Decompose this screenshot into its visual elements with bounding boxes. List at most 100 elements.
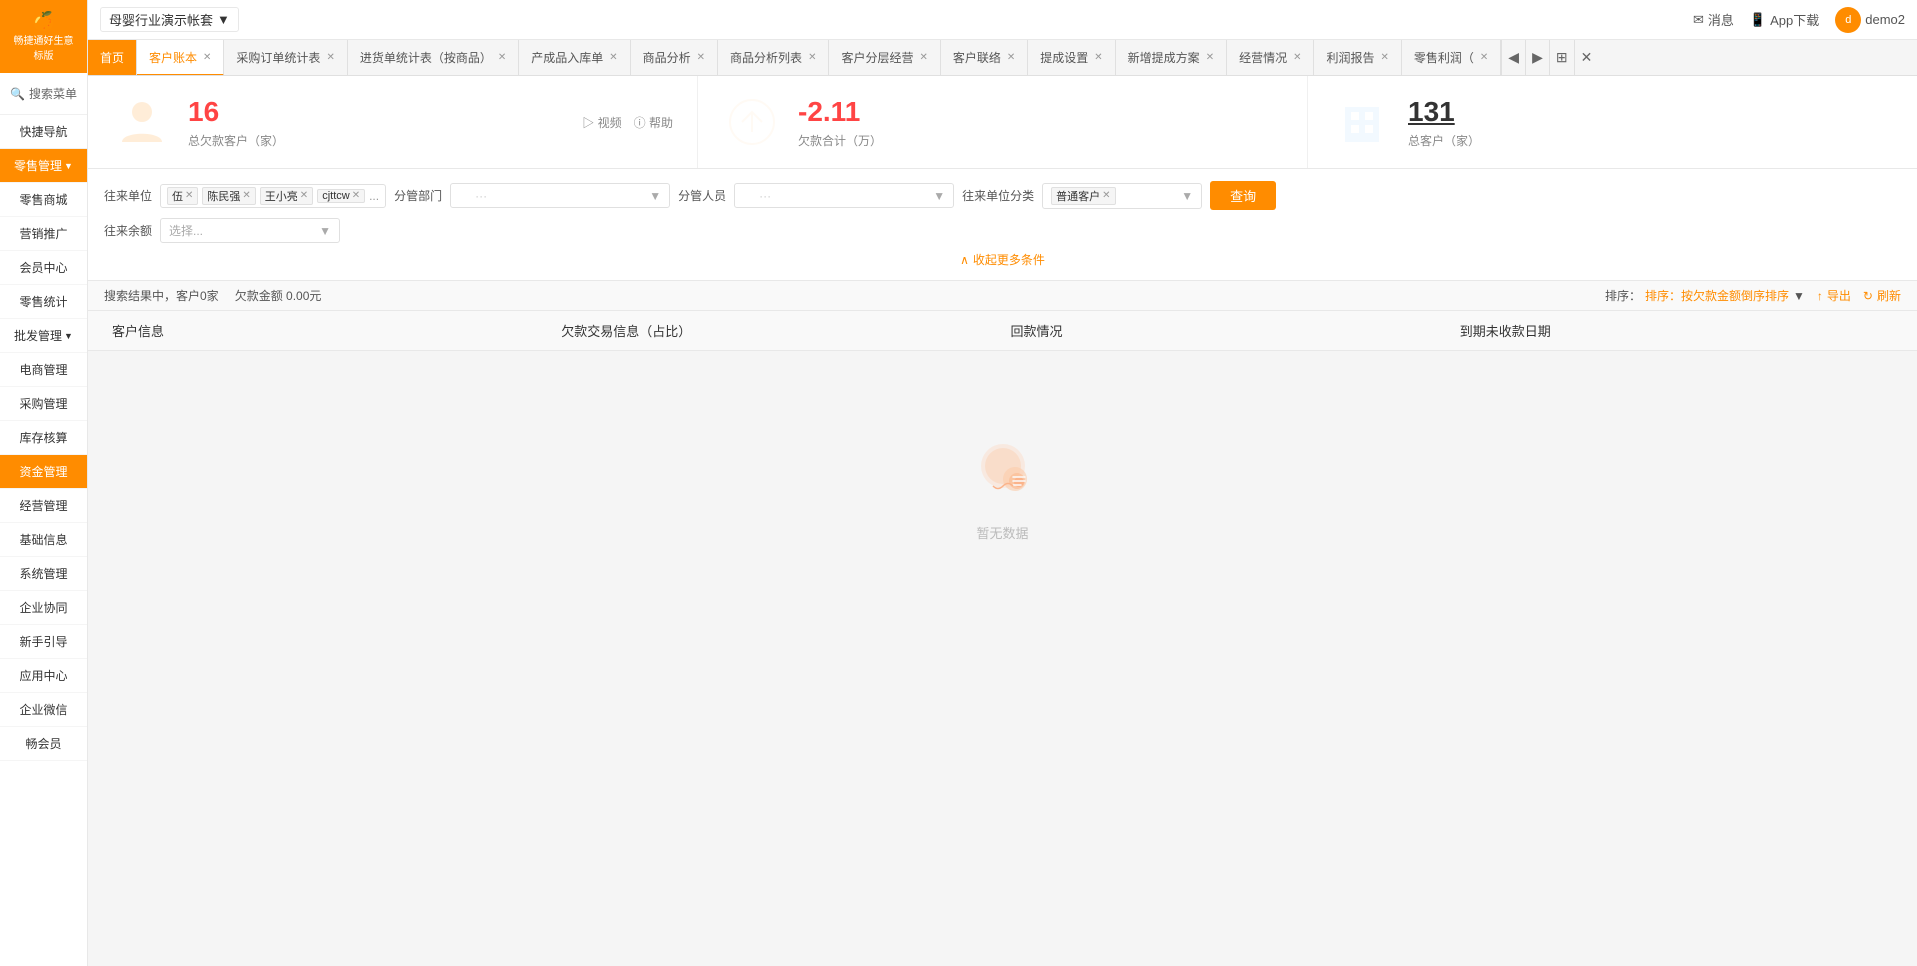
- tab-next-button[interactable]: ▶: [1525, 40, 1549, 76]
- sidebar-item-vip[interactable]: 畅会员: [0, 727, 87, 761]
- app-download-button[interactable]: 📱 App下载: [1750, 10, 1819, 29]
- query-button[interactable]: 查询: [1210, 181, 1276, 210]
- sidebar-item-member[interactable]: 会员中心: [0, 251, 87, 285]
- filter-tag-ordinary-close[interactable]: ✕: [1102, 190, 1110, 201]
- account-selector[interactable]: 母婴行业演示帐套 ▼: [100, 7, 239, 32]
- sidebar-item-wechat[interactable]: 企业微信: [0, 693, 87, 727]
- collapse-up-icon: ∧: [960, 253, 969, 267]
- filter-tag-chen[interactable]: 陈民强 ✕: [202, 187, 255, 205]
- result-bar-left: 搜索结果中，客户0家 欠款金额 0.00元: [104, 287, 321, 304]
- tab-accounts-close[interactable]: ✕: [203, 52, 211, 63]
- filter-tag-chen-close[interactable]: ✕: [242, 190, 250, 201]
- sidebar-item-marketing[interactable]: 营销推广: [0, 217, 87, 251]
- tab-expand-button[interactable]: ⊞: [1549, 40, 1574, 76]
- sort-label: 排序：: [1605, 287, 1641, 304]
- tab-produce-inbound[interactable]: 产成品入库单 ✕: [519, 40, 630, 76]
- app-download-label: App下载: [1770, 10, 1819, 29]
- unit-class-label: 往来单位分类: [962, 187, 1034, 204]
- filter-tag-ordinary[interactable]: 普通客户 ✕: [1051, 187, 1115, 205]
- sidebar-item-retail-mall[interactable]: 零售商城: [0, 183, 87, 217]
- chevron-icon: ▼: [217, 12, 230, 27]
- video-help-label[interactable]: ▷ 视频: [582, 114, 621, 131]
- sidebar-logo[interactable]: 🍊 畅捷通好生意 标版: [0, 0, 87, 73]
- sidebar-item-purchase[interactable]: 采购管理: [0, 387, 87, 421]
- tab-contact-close[interactable]: ✕: [1007, 52, 1015, 63]
- filter-unit-class-select[interactable]: 普通客户 ✕ ▼: [1042, 183, 1202, 209]
- stat-card-total: 131 总客户（家）: [1308, 76, 1917, 168]
- tab-home-label: 首页: [100, 49, 124, 66]
- sidebar-item-finance[interactable]: 资金管理: [0, 455, 87, 489]
- tab-business-status[interactable]: 经营情况 ✕: [1227, 40, 1314, 76]
- tab-produce-label: 产成品入库单: [531, 49, 603, 66]
- help-icon-label[interactable]: ⓘ 帮助: [634, 114, 673, 131]
- tab-promotion-close[interactable]: ✕: [1094, 52, 1102, 63]
- filter-tag-wang-close[interactable]: ✕: [300, 190, 308, 201]
- tab-customer-segment-label: 客户分层经营: [841, 49, 913, 66]
- main-content: 母婴行业演示帐套 ▼ ✉ 消息 📱 App下载 d demo2 首页 客户账本: [88, 0, 1917, 966]
- filter-person-select[interactable]: ··· ▼: [734, 183, 954, 208]
- tab-segment-close[interactable]: ✕: [919, 52, 927, 63]
- tab-close-all-button[interactable]: ✕: [1574, 40, 1599, 76]
- sidebar-item-retail-stats[interactable]: 零售统计: [0, 285, 87, 319]
- tab-product-list-close[interactable]: ✕: [808, 52, 816, 63]
- tab-product-analysis-list[interactable]: 商品分析列表 ✕: [718, 40, 829, 76]
- sidebar-item-operations[interactable]: 经营管理: [0, 489, 87, 523]
- tab-new-promotion[interactable]: 新增提成方案 ✕: [1116, 40, 1227, 76]
- tab-prev-button[interactable]: ◀: [1501, 40, 1525, 76]
- stat-card-amount: -2.11 欠款合计（万）: [698, 76, 1308, 168]
- tab-home[interactable]: 首页: [88, 40, 137, 76]
- refresh-button[interactable]: ↻ 刷新: [1863, 287, 1901, 304]
- filter-more-btn[interactable]: ...: [369, 189, 379, 203]
- filter-tag-cjttcw[interactable]: cjttcw ✕: [317, 189, 365, 203]
- sidebar-item-app-center[interactable]: 应用中心: [0, 659, 87, 693]
- tab-accounts[interactable]: 客户账本 ✕: [137, 40, 224, 76]
- tab-inbound-stats[interactable]: 进货单统计表（按商品） ✕: [348, 40, 519, 76]
- tabbar: 首页 客户账本 ✕ 采购订单统计表 ✕ 进货单统计表（按商品） ✕ 产成品入库单…: [88, 40, 1917, 76]
- tab-profit-report[interactable]: 利润报告 ✕: [1314, 40, 1401, 76]
- quick-nav-button[interactable]: 快捷导航: [0, 115, 87, 149]
- tab-new-promo-close[interactable]: ✕: [1206, 52, 1214, 63]
- filter-dept-select[interactable]: ··· ▼: [450, 183, 670, 208]
- tab-retail-profit-label: 零售利润（: [1414, 49, 1474, 66]
- tab-inbound-label: 进货单统计表（按商品）: [360, 49, 492, 66]
- tab-purchase-close[interactable]: ✕: [326, 52, 334, 63]
- tab-retail-profit[interactable]: 零售利润（ ✕: [1402, 40, 1501, 76]
- filter-tag-cjttcw-close[interactable]: ✕: [352, 190, 360, 201]
- filter-tag-wu-close[interactable]: ✕: [185, 190, 193, 201]
- tab-produce-close[interactable]: ✕: [609, 52, 617, 63]
- sort-button[interactable]: 排序： 排序：按欠款金额倒序排序 ▼: [1605, 287, 1805, 304]
- sidebar-item-system[interactable]: 系统管理: [0, 557, 87, 591]
- tab-purchase-order[interactable]: 采购订单统计表 ✕: [224, 40, 347, 76]
- tab-retail-close[interactable]: ✕: [1480, 52, 1488, 63]
- tab-product-close[interactable]: ✕: [697, 52, 705, 63]
- tab-promotion-settings[interactable]: 提成设置 ✕: [1028, 40, 1115, 76]
- sidebar-item-inventory[interactable]: 库存核算: [0, 421, 87, 455]
- collapse-button[interactable]: ∧ 收起更多条件: [104, 251, 1901, 268]
- filter-unit-tags[interactable]: 伍 ✕ 陈民强 ✕ 王小亮 ✕ cjttcw ✕ ...: [160, 184, 386, 208]
- sidebar-item-new-guide[interactable]: 新手引导: [0, 625, 87, 659]
- sidebar-item-batch-mgmt[interactable]: 批发管理 ▼: [0, 319, 87, 353]
- sidebar-item-ecommerce[interactable]: 电商管理: [0, 353, 87, 387]
- user-profile[interactable]: d demo2: [1835, 7, 1905, 33]
- tab-profit-label: 利润报告: [1326, 49, 1374, 66]
- tab-business-close[interactable]: ✕: [1293, 52, 1301, 63]
- filter-tag-wang[interactable]: 王小亮 ✕: [260, 187, 313, 205]
- empty-label: 暂无数据: [976, 523, 1028, 542]
- topbar: 母婴行业演示帐套 ▼ ✉ 消息 📱 App下载 d demo2: [88, 0, 1917, 40]
- filter-balance-select[interactable]: 选择... ▼: [160, 218, 340, 243]
- filter-more-icon-person: ···: [759, 189, 771, 203]
- empty-icon: [963, 431, 1043, 511]
- tab-customer-contact[interactable]: 客户联络 ✕: [941, 40, 1028, 76]
- sidebar-item-retail[interactable]: 零售管理 ▼: [0, 149, 87, 183]
- sort-value: 排序：按欠款金额倒序排序: [1645, 287, 1789, 304]
- export-button[interactable]: ↑ 导出: [1817, 287, 1851, 304]
- message-button[interactable]: ✉ 消息: [1693, 10, 1734, 29]
- sidebar-item-enterprise[interactable]: 企业协同: [0, 591, 87, 625]
- tab-inbound-close[interactable]: ✕: [498, 52, 506, 63]
- search-menu-button[interactable]: 🔍 搜索菜单: [6, 81, 81, 106]
- sidebar-item-basic-info[interactable]: 基础信息: [0, 523, 87, 557]
- tab-customer-segment[interactable]: 客户分层经营 ✕: [829, 40, 940, 76]
- tab-profit-close[interactable]: ✕: [1381, 52, 1389, 63]
- filter-tag-wu[interactable]: 伍 ✕: [167, 187, 198, 205]
- tab-product-analysis[interactable]: 商品分析 ✕: [631, 40, 718, 76]
